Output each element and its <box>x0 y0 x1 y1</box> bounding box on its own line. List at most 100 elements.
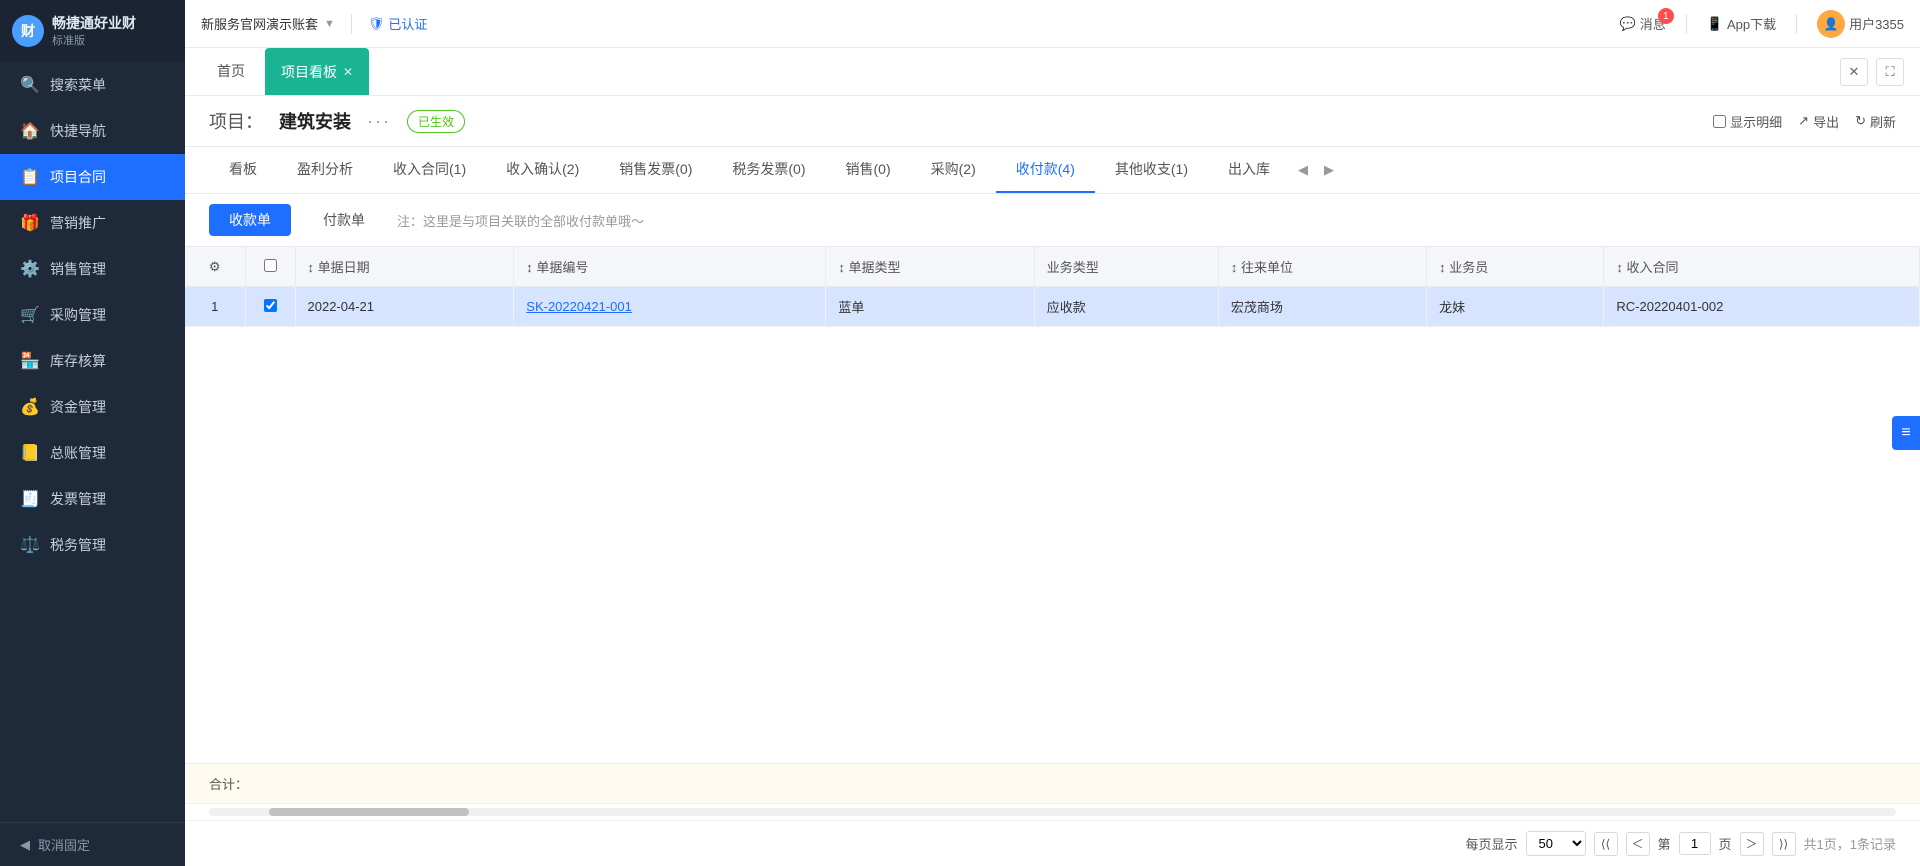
sidebar-item-marketing[interactable]: 🎁 营销推广 <box>0 200 185 246</box>
cell-number[interactable]: SK-20220421-001 <box>514 287 826 327</box>
tab-close-all-button[interactable]: ✕ <box>1840 58 1868 86</box>
page-prev-button[interactable]: ＜ <box>1626 832 1650 856</box>
subtab-income-confirm[interactable]: 收入确认(2) <box>486 147 599 193</box>
tab-project-board-label: 项目看板 <box>281 62 337 82</box>
app-download-label: App下载 <box>1727 14 1776 33</box>
sidebar-unpin-button[interactable]: ◀ 取消固定 <box>0 822 185 866</box>
col-settings[interactable]: ⚙ <box>185 247 245 287</box>
page-next-button[interactable]: ＞ <box>1740 832 1764 856</box>
tab-home[interactable]: 首页 <box>201 48 261 95</box>
tab-home-label: 首页 <box>217 61 245 81</box>
sidebar-item-ledger[interactable]: 📒 总账管理 <box>0 430 185 476</box>
message-icon: 💬 <box>1620 16 1636 32</box>
total-label: 合计： <box>209 774 248 793</box>
project-title: 建筑安装 <box>279 108 351 134</box>
right-panel-toggle[interactable]: ≡ <box>1892 416 1920 450</box>
sidebar-item-tax[interactable]: ⚖️ 税务管理 <box>0 522 185 568</box>
col-partner[interactable]: ↕ 往来单位 <box>1218 247 1426 287</box>
subtab-in-out[interactable]: 出入库 <box>1208 147 1290 193</box>
refresh-button[interactable]: ↻ 刷新 <box>1855 112 1896 131</box>
collection-note: 注：这里是与项目关联的全部收付款单哦～ <box>397 211 644 230</box>
collection-tab-payment[interactable]: 付款单 <box>303 204 385 236</box>
subtab-sales-invoice[interactable]: 销售发票(0) <box>599 147 712 193</box>
sidebar-item-search[interactable]: 🔍 搜索菜单 <box>0 62 185 108</box>
refresh-label: 刷新 <box>1870 112 1896 131</box>
col-date-label: ↕ 单据日期 <box>308 260 370 275</box>
doc-number-link[interactable]: SK-20220421-001 <box>526 299 632 314</box>
page-size-select[interactable]: 50 100 200 <box>1526 831 1586 856</box>
app-download-button[interactable]: 📱 App下载 <box>1707 14 1776 33</box>
cart-icon: 🛒 <box>20 305 40 325</box>
page-first-button[interactable]: ⟨⟨ <box>1594 832 1618 856</box>
col-date[interactable]: ↕ 单据日期 <box>295 247 514 287</box>
show-detail-checkbox[interactable]: 显示明细 <box>1713 112 1782 131</box>
row-checkbox[interactable] <box>264 299 277 312</box>
sidebar-scroll: 🔍 搜索菜单 🏠 快捷导航 📋 项目合同 🎁 营销推广 ⚙️ 销售管理 🛒 采购… <box>0 62 185 822</box>
search-icon: 🔍 <box>20 75 40 95</box>
tab-expand-button[interactable]: ⛶ <box>1876 58 1904 86</box>
subtab-kanban[interactable]: 看板 <box>209 147 277 193</box>
project-status-badge: 已生效 <box>407 110 465 133</box>
collection-tab-receipt[interactable]: 收款单 <box>209 204 291 236</box>
col-income-contract[interactable]: ↕ 收入合同 <box>1604 247 1920 287</box>
subtab-purchase[interactable]: 采购(2) <box>911 147 996 193</box>
col-type-label: ↕ 单据类型 <box>838 260 900 275</box>
arrow-left-icon: ◀ <box>20 837 30 853</box>
select-all-checkbox[interactable] <box>264 259 277 272</box>
sidebar-item-project-contract[interactable]: 📋 项目合同 <box>0 154 185 200</box>
subtab-other-income[interactable]: 其他收支(1) <box>1095 147 1208 193</box>
sidebar-item-quick-nav[interactable]: 🏠 快捷导航 <box>0 108 185 154</box>
cert-badge: 🛡 已认证 <box>368 14 428 33</box>
col-type[interactable]: ↕ 单据类型 <box>826 247 1034 287</box>
subtab-sales[interactable]: 销售(0) <box>826 147 911 193</box>
page-label: 第 <box>1658 834 1671 853</box>
project-header: 项目： 建筑安装 ··· 已生效 显示明细 ↗ 导出 ↻ 刷新 <box>185 96 1920 147</box>
subtab-income-contract[interactable]: 收入合同(1) <box>373 147 486 193</box>
horizontal-scrollbar[interactable] <box>209 808 1896 816</box>
page-input[interactable] <box>1679 832 1711 855</box>
scrollbar-thumb[interactable] <box>269 808 469 816</box>
subtab-collection[interactable]: 收付款(4) <box>996 147 1095 193</box>
tab-close-icon[interactable]: ✕ <box>343 65 353 79</box>
col-number-label: ↕ 单据编号 <box>526 260 588 275</box>
cell-type: 蓝单 <box>826 287 1034 327</box>
divider-2 <box>1686 14 1687 34</box>
gear-icon: ⚙️ <box>20 259 40 279</box>
sidebar-item-capital[interactable]: 💰 资金管理 <box>0 384 185 430</box>
mobile-icon: 📱 <box>1707 16 1723 32</box>
subtab-prev-arrow[interactable]: ◀ <box>1290 150 1316 190</box>
account-selector[interactable]: 新服务官网演示账套 ▼ <box>201 14 335 33</box>
sidebar-item-sales[interactable]: ⚙️ 销售管理 <box>0 246 185 292</box>
subtab-profit[interactable]: 盈利分析 <box>277 147 373 193</box>
cell-partner: 宏茂商场 <box>1218 287 1426 327</box>
account-name: 新服务官网演示账套 <box>201 14 318 33</box>
col-number[interactable]: ↕ 单据编号 <box>514 247 826 287</box>
subtab-tax-invoice[interactable]: 税务发票(0) <box>712 147 825 193</box>
cell-biz-type: 应收款 <box>1034 287 1218 327</box>
project-label: 项目： <box>209 108 263 134</box>
row-checkbox-cell[interactable] <box>245 287 295 327</box>
col-partner-label: ↕ 往来单位 <box>1231 260 1293 275</box>
export-button[interactable]: ↗ 导出 <box>1798 112 1839 131</box>
sidebar-item-invoice[interactable]: 🧾 发票管理 <box>0 476 185 522</box>
user-button[interactable]: 👤 用户3355 <box>1817 10 1904 38</box>
tab-project-board[interactable]: 项目看板 ✕ <box>265 48 369 95</box>
sidebar-footer-label: 取消固定 <box>38 835 90 854</box>
sidebar-item-label: 营销推广 <box>50 213 106 233</box>
table-row[interactable]: 1 2022-04-21 SK-20220421-001 蓝单 应收款 宏茂商场… <box>185 287 1920 327</box>
table-footer: 合计： <box>185 763 1920 803</box>
col-salesperson[interactable]: ↕ 业务员 <box>1427 247 1604 287</box>
subtab-next-arrow[interactable]: ▶ <box>1316 150 1342 190</box>
message-button[interactable]: 💬 消息 1 <box>1620 14 1666 33</box>
main-area: 新服务官网演示账套 ▼ 🛡 已认证 💬 消息 1 📱 App下载 👤 用户335… <box>185 0 1920 866</box>
show-detail-input[interactable] <box>1713 115 1726 128</box>
sidebar-item-inventory[interactable]: 🏪 库存核算 <box>0 338 185 384</box>
more-icon[interactable]: ··· <box>367 111 391 132</box>
sidebar: 财 畅捷通好业财 标准版 🔍 搜索菜单 🏠 快捷导航 📋 项目合同 🎁 营销推广… <box>0 0 185 866</box>
table-header-row: ⚙ ↕ 单据日期 ↕ 单据编号 ↕ 单据类型 业务类型 <box>185 247 1920 287</box>
logo-text-block: 畅捷通好业财 标准版 <box>52 14 136 48</box>
sidebar-item-purchase[interactable]: 🛒 采购管理 <box>0 292 185 338</box>
tax-icon: ⚖️ <box>20 535 40 555</box>
page-last-button[interactable]: ⟩⟩ <box>1772 832 1796 856</box>
sidebar-item-label: 采购管理 <box>50 305 106 325</box>
